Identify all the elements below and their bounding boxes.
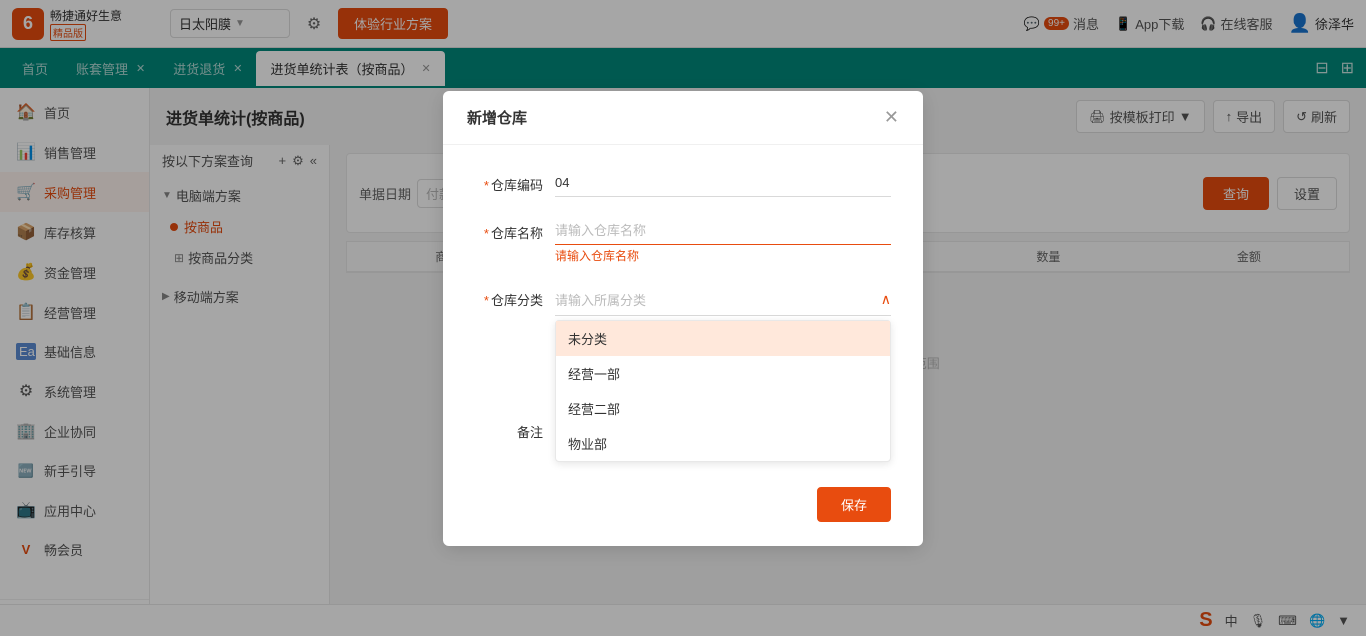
modal-title: 新增仓库 (467, 107, 527, 128)
code-input[interactable] (555, 169, 891, 197)
code-label: 仓库编码 (475, 169, 555, 194)
category-control: 请输入所属分类 ∧ 未分类 经营一部 经营二部 物业部 (555, 284, 891, 316)
modal-close-button[interactable]: ✕ (884, 107, 899, 128)
name-label: 仓库名称 (475, 217, 555, 242)
code-control (555, 169, 891, 197)
dropdown-item-3[interactable]: 物业部 (556, 426, 890, 461)
name-error-msg: 请输入仓库名称 (555, 247, 891, 264)
modal-header: 新增仓库 ✕ (443, 91, 923, 145)
note-label: 备注 (475, 416, 555, 441)
category-placeholder: 请输入所属分类 (555, 290, 646, 309)
category-select[interactable]: 请输入所属分类 ∧ (555, 284, 891, 316)
name-input[interactable] (555, 217, 891, 245)
category-arrow-icon: ∧ (881, 291, 891, 308)
warehouse-name-row: 仓库名称 请输入仓库名称 (475, 217, 891, 264)
save-button[interactable]: 保存 (817, 487, 891, 522)
modal-overlay: 新增仓库 ✕ 仓库编码 仓库名称 请输入仓库名称 仓库分类 (0, 0, 1366, 636)
dropdown-item-0[interactable]: 未分类 (556, 321, 890, 356)
warehouse-code-row: 仓库编码 (475, 169, 891, 197)
modal-footer: 保存 (443, 487, 923, 522)
dropdown-item-2[interactable]: 经营二部 (556, 391, 890, 426)
modal-body: 仓库编码 仓库名称 请输入仓库名称 仓库分类 请输入所属分类 (443, 145, 923, 487)
modal-add-warehouse: 新增仓库 ✕ 仓库编码 仓库名称 请输入仓库名称 仓库分类 (443, 91, 923, 546)
category-dropdown: 未分类 经营一部 经营二部 物业部 (555, 320, 891, 462)
dropdown-item-1[interactable]: 经营一部 (556, 356, 890, 391)
name-control: 请输入仓库名称 (555, 217, 891, 264)
warehouse-category-row: 仓库分类 请输入所属分类 ∧ 未分类 经营一部 经营二部 物业部 (475, 284, 891, 316)
category-label: 仓库分类 (475, 284, 555, 309)
